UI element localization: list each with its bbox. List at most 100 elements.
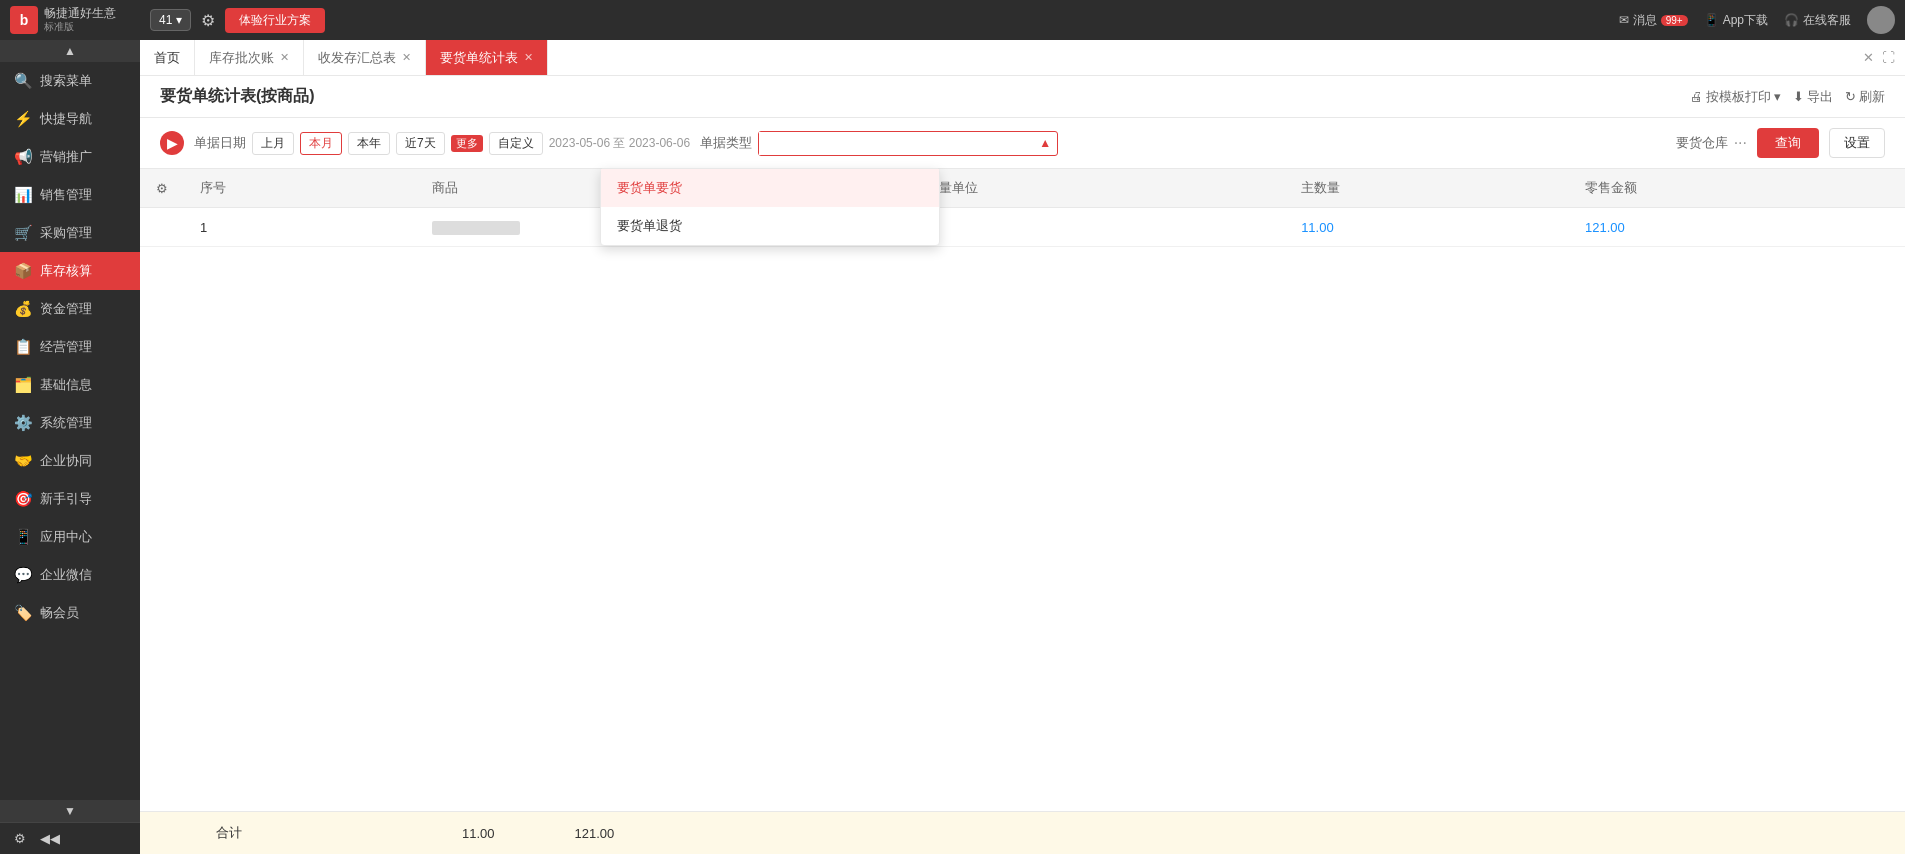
logo-icon: b <box>10 6 38 34</box>
product-name-blurred: ██████ ████ <box>432 221 520 235</box>
sidebar-item-appstore[interactable]: 📱 应用中心 <box>0 518 140 556</box>
td-settings <box>140 208 184 247</box>
right-area: ✉ 消息 99+ 📱 App下载 🎧 在线客服 <box>1619 6 1895 34</box>
app-download-button[interactable]: 📱 App下载 <box>1704 12 1768 29</box>
th-quantity: 主数量 <box>1285 169 1569 208</box>
tab-batch-close[interactable]: ✕ <box>280 51 289 64</box>
center-area: 41 ▾ ⚙ 体验行业方案 <box>150 8 1619 33</box>
purchase-icon: 🛒 <box>14 224 32 242</box>
logo-area: b 畅捷通好生意 标准版 <box>10 6 150 34</box>
sidebar-label-enterprise: 企业协同 <box>40 452 92 470</box>
amount-link[interactable]: 121.00 <box>1585 220 1625 235</box>
refresh-label: 刷新 <box>1859 88 1885 106</box>
tab-expand-icon[interactable]: ⛶ <box>1882 50 1895 65</box>
export-label: 导出 <box>1807 88 1833 106</box>
tab-receivable[interactable]: 收发存汇总表 ✕ <box>304 40 426 75</box>
type-input[interactable] <box>759 132 1033 155</box>
tab-home-label: 首页 <box>154 49 180 67</box>
date-range-text: 2023-05-06 至 2023-06-06 <box>549 135 690 152</box>
online-service-button[interactable]: 🎧 在线客服 <box>1784 12 1851 29</box>
sidebar-item-enterprise[interactable]: 🤝 企业协同 <box>0 442 140 480</box>
messages-button[interactable]: ✉ 消息 99+ <box>1619 12 1688 29</box>
query-button[interactable]: 查询 <box>1757 128 1819 158</box>
table-body: 1 ██████ ████ 块 11.00 121.00 <box>140 208 1905 247</box>
page-title: 要货单统计表(按商品) <box>160 86 315 107</box>
date-btn-last-month[interactable]: 上月 <box>252 132 294 155</box>
gear-icon[interactable]: ⚙ <box>201 11 215 30</box>
sidebar-item-system[interactable]: ⚙️ 系统管理 <box>0 404 140 442</box>
filter-expand-button[interactable]: ▶ <box>160 131 184 155</box>
table-footer: 合计 11.00 121.00 <box>140 811 1905 854</box>
quantity-link[interactable]: 11.00 <box>1301 220 1334 235</box>
sidebar-item-marketing[interactable]: 📢 营销推广 <box>0 138 140 176</box>
search-icon: 🔍 <box>14 72 32 90</box>
date-more-badge[interactable]: 更多 <box>451 135 483 152</box>
tab-home[interactable]: 首页 <box>140 40 195 75</box>
logo-name: 畅捷通好生意 <box>44 6 116 20</box>
tab-batch[interactable]: 库存批次账 ✕ <box>195 40 304 75</box>
settings-button[interactable]: 设置 <box>1829 128 1885 158</box>
tab-batch-label: 库存批次账 <box>209 49 274 67</box>
td-index: 1 <box>184 208 416 247</box>
table-row: 1 ██████ ████ 块 11.00 121.00 <box>140 208 1905 247</box>
store-name: 41 <box>159 13 172 27</box>
sidebar-scroll-up[interactable]: ▲ <box>0 40 140 62</box>
sidebar-item-wechat[interactable]: 💬 企业微信 <box>0 556 140 594</box>
system-icon: ⚙️ <box>14 414 32 432</box>
warehouse-label: 要货仓库 <box>1676 134 1728 152</box>
sidebar-label-finance: 资金管理 <box>40 300 92 318</box>
promo-button[interactable]: 体验行业方案 <box>225 8 325 33</box>
th-settings[interactable]: ⚙ <box>140 169 184 208</box>
sidebar: ▲ 🔍 搜索菜单 ⚡ 快捷导航 📢 营销推广 📊 销售管理 🛒 采购管理 <box>0 40 140 854</box>
footer-label: 合计 <box>216 824 242 842</box>
tab-requisition-close[interactable]: ✕ <box>524 51 533 64</box>
type-dropdown-up-icon[interactable]: ▲ <box>1033 136 1057 150</box>
tab-receivable-close[interactable]: ✕ <box>402 51 411 64</box>
date-btn-this-month[interactable]: 本月 <box>300 132 342 155</box>
sidebar-label-purchase: 采购管理 <box>40 224 92 242</box>
type-dropdown: 要货单要货 要货单退货 <box>600 168 940 246</box>
refresh-button[interactable]: ↻ 刷新 <box>1845 88 1885 106</box>
sidebar-scroll-down[interactable]: ▼ <box>0 800 140 822</box>
shortcut-icon: ⚡ <box>14 110 32 128</box>
export-button[interactable]: ⬇ 导出 <box>1793 88 1833 106</box>
sidebar-item-shortcut[interactable]: ⚡ 快捷导航 <box>0 100 140 138</box>
dropdown-item-requisition-return[interactable]: 要货单退货 <box>601 207 939 245</box>
messages-badge: 99+ <box>1661 15 1688 26</box>
sidebar-item-guide[interactable]: 🎯 新手引导 <box>0 480 140 518</box>
date-btn-custom[interactable]: 自定义 <box>489 132 543 155</box>
sidebar-item-sales[interactable]: 📊 销售管理 <box>0 176 140 214</box>
tab-requisition[interactable]: 要货单统计表 ✕ <box>426 40 548 75</box>
store-selector[interactable]: 41 ▾ <box>150 9 191 31</box>
print-arrow-icon: ▾ <box>1774 89 1781 104</box>
td-unit: 块 <box>897 208 1285 247</box>
tab-bar: 首页 库存批次账 ✕ 收发存汇总表 ✕ 要货单统计表 ✕ ✕ ⛶ <box>140 40 1905 76</box>
print-template-button[interactable]: 🖨 按模板打印 ▾ <box>1690 88 1781 106</box>
sidebar-item-finance[interactable]: 💰 资金管理 <box>0 290 140 328</box>
sidebar-item-search[interactable]: 🔍 搜索菜单 <box>0 62 140 100</box>
sidebar-label-guide: 新手引导 <box>40 490 92 508</box>
sales-icon: 📊 <box>14 186 32 204</box>
sidebar-item-purchase[interactable]: 🛒 采购管理 <box>0 214 140 252</box>
sidebar-item-operation[interactable]: 📋 经营管理 <box>0 328 140 366</box>
sidebar-item-basic[interactable]: 🗂️ 基础信息 <box>0 366 140 404</box>
warehouse-more-icon[interactable]: ··· <box>1734 134 1747 152</box>
sidebar-settings-icon[interactable]: ⚙ <box>14 831 26 846</box>
th-index: 序号 <box>184 169 416 208</box>
sidebar-collapse-icon[interactable]: ◀◀ <box>40 831 60 846</box>
sidebar-bottom: ⚙ ◀◀ <box>0 822 140 854</box>
sidebar-item-member[interactable]: 🏷️ 畅会员 <box>0 594 140 632</box>
messages-label: 消息 <box>1633 12 1657 29</box>
avatar[interactable] <box>1867 6 1895 34</box>
date-filter-group: 单据日期 上月 本月 本年 近7天 更多 自定义 2023-05-06 至 20… <box>194 132 690 155</box>
page-content: 要货单统计表(按商品) 🖨 按模板打印 ▾ ⬇ 导出 ↻ 刷新 <box>140 76 1905 854</box>
date-btn-this-year[interactable]: 本年 <box>348 132 390 155</box>
sidebar-label-operation: 经营管理 <box>40 338 92 356</box>
tab-requisition-label: 要货单统计表 <box>440 49 518 67</box>
sidebar-item-inventory[interactable]: 📦 库存核算 <box>0 252 140 290</box>
dropdown-item-requisition-order[interactable]: 要货单要货 <box>601 169 939 207</box>
date-btn-7days[interactable]: 近7天 <box>396 132 445 155</box>
tab-close-all-icon[interactable]: ✕ <box>1863 50 1874 65</box>
sidebar-label-wechat: 企业微信 <box>40 566 92 584</box>
sidebar-label-search: 搜索菜单 <box>40 72 92 90</box>
